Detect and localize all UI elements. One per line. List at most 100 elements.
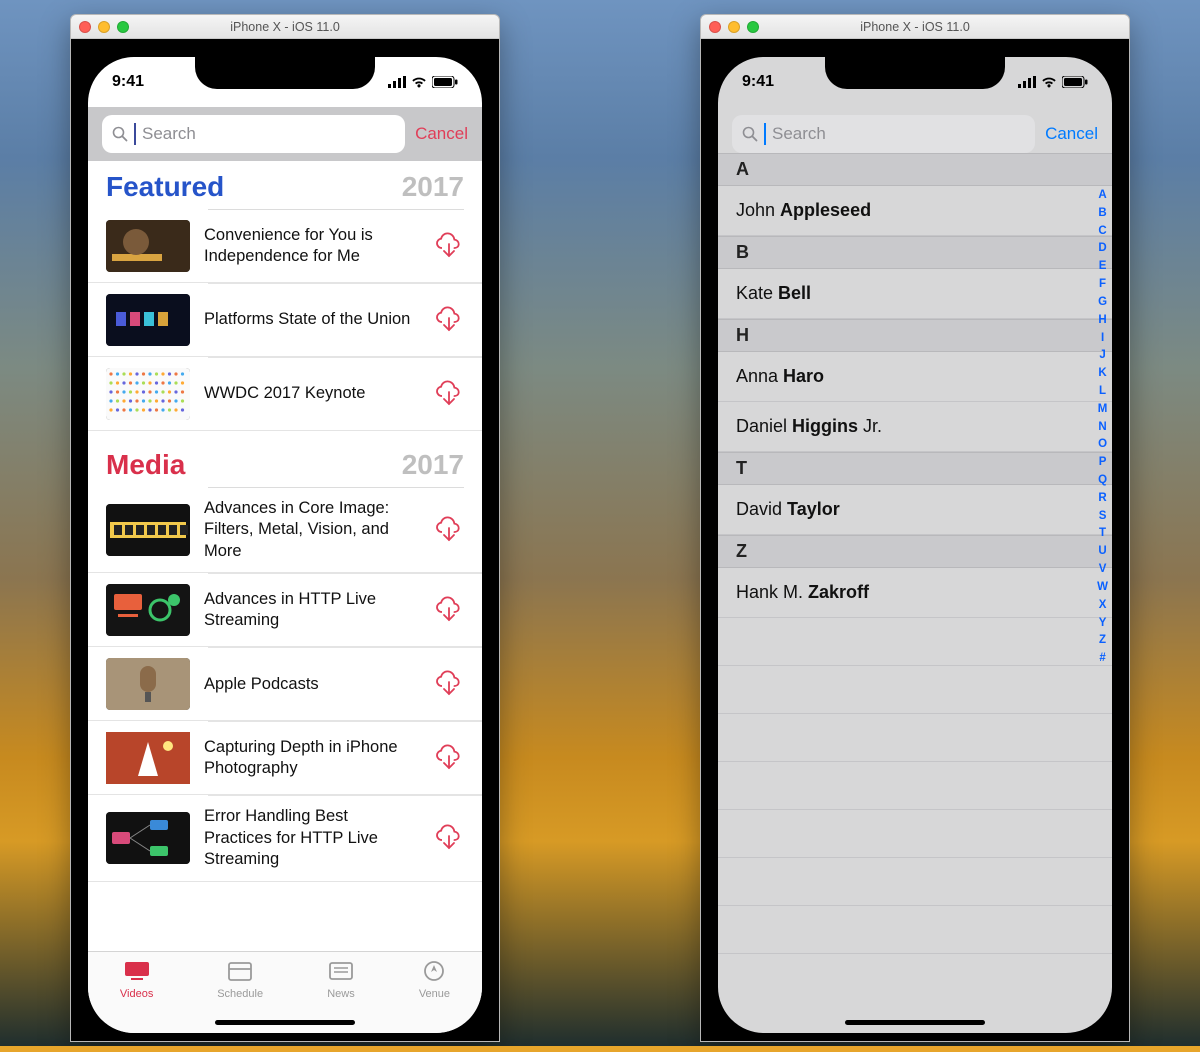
index-letter[interactable]: C bbox=[1097, 223, 1108, 241]
video-title: Advances in HTTP Live Streaming bbox=[204, 589, 420, 632]
video-row[interactable]: Convenience for You is Independence for … bbox=[88, 210, 482, 283]
contact-first: Anna bbox=[736, 366, 783, 386]
index-letter[interactable]: Z bbox=[1097, 632, 1108, 650]
section-index[interactable]: ABCDEFGHIJKLMNOPQRSTUVWXYZ# bbox=[1097, 187, 1108, 668]
home-indicator[interactable] bbox=[845, 1020, 985, 1025]
traffic-lights[interactable] bbox=[79, 21, 129, 33]
zoom-window-button[interactable] bbox=[117, 21, 129, 33]
video-row[interactable]: Advances in Core Image: Filters, Metal, … bbox=[88, 488, 482, 573]
index-letter[interactable]: W bbox=[1097, 579, 1108, 597]
contact-row[interactable]: John Appleseed bbox=[718, 186, 1112, 236]
index-letter[interactable]: R bbox=[1097, 490, 1108, 508]
cancel-button[interactable]: Cancel bbox=[1045, 124, 1098, 144]
schedule-icon bbox=[226, 960, 254, 985]
video-thumbnail bbox=[106, 220, 190, 272]
index-letter[interactable]: D bbox=[1097, 240, 1108, 258]
download-cloud-icon[interactable] bbox=[434, 305, 464, 335]
contact-row[interactable]: Daniel Higgins Jr. bbox=[718, 402, 1112, 452]
videos-icon bbox=[123, 960, 151, 985]
video-row[interactable]: Advances in HTTP Live Streaming bbox=[88, 574, 482, 647]
index-letter[interactable]: V bbox=[1097, 561, 1108, 579]
status-time: 9:41 bbox=[112, 73, 144, 91]
status-time: 9:41 bbox=[742, 73, 774, 91]
video-thumbnail bbox=[106, 732, 190, 784]
download-cloud-icon[interactable] bbox=[434, 379, 464, 409]
index-letter[interactable]: F bbox=[1097, 276, 1108, 294]
section-index-header: A bbox=[718, 153, 1112, 186]
contact-last: Appleseed bbox=[780, 200, 871, 220]
traffic-lights[interactable] bbox=[709, 21, 759, 33]
battery-icon bbox=[1062, 76, 1088, 88]
video-row[interactable]: Capturing Depth in iPhone Photography bbox=[88, 722, 482, 795]
tab-news[interactable]: News bbox=[327, 960, 355, 1000]
search-input[interactable]: Search bbox=[732, 115, 1035, 153]
zoom-window-button[interactable] bbox=[747, 21, 759, 33]
video-row[interactable]: Error Handling Best Practices for HTTP L… bbox=[88, 796, 482, 881]
close-window-button[interactable] bbox=[79, 21, 91, 33]
index-letter[interactable]: # bbox=[1097, 650, 1108, 668]
video-thumbnail bbox=[106, 584, 190, 636]
scroll-content[interactable]: AJohn AppleseedBKate BellHAnna HaroDanie… bbox=[718, 153, 1112, 1033]
download-cloud-icon[interactable] bbox=[434, 231, 464, 261]
contact-first: Daniel bbox=[736, 416, 792, 436]
video-row[interactable]: WWDC 2017 Keynote bbox=[88, 358, 482, 431]
close-window-button[interactable] bbox=[709, 21, 721, 33]
index-letter[interactable]: J bbox=[1097, 347, 1108, 365]
index-letter[interactable]: N bbox=[1097, 419, 1108, 437]
news-icon bbox=[327, 960, 355, 985]
index-letter[interactable]: Q bbox=[1097, 472, 1108, 490]
index-letter[interactable]: O bbox=[1097, 436, 1108, 454]
download-cloud-icon[interactable] bbox=[434, 743, 464, 773]
tab-videos[interactable]: Videos bbox=[120, 960, 153, 1000]
video-thumbnail bbox=[106, 504, 190, 556]
contact-last: Haro bbox=[783, 366, 824, 386]
index-letter[interactable]: H bbox=[1097, 312, 1108, 330]
index-letter[interactable]: X bbox=[1097, 597, 1108, 615]
iphone-frame: 9:41 Search Cancel AJohn AppleseedBKate … bbox=[710, 49, 1120, 1041]
index-letter[interactable]: L bbox=[1097, 383, 1108, 401]
desktop-background-edge bbox=[0, 1046, 1200, 1052]
download-cloud-icon[interactable] bbox=[434, 823, 464, 853]
tab-label: Schedule bbox=[217, 988, 263, 1000]
minimize-window-button[interactable] bbox=[728, 21, 740, 33]
index-letter[interactable]: U bbox=[1097, 543, 1108, 561]
index-letter[interactable]: B bbox=[1097, 205, 1108, 223]
contact-first: John bbox=[736, 200, 780, 220]
index-letter[interactable]: T bbox=[1097, 525, 1108, 543]
index-letter[interactable]: I bbox=[1097, 330, 1108, 348]
contact-row[interactable]: Kate Bell bbox=[718, 269, 1112, 319]
index-letter[interactable]: S bbox=[1097, 508, 1108, 526]
index-letter[interactable]: Y bbox=[1097, 615, 1108, 633]
video-thumbnail bbox=[106, 658, 190, 710]
video-row[interactable]: Platforms State of the Union bbox=[88, 284, 482, 357]
download-cloud-icon[interactable] bbox=[434, 595, 464, 625]
scroll-content[interactable]: Featured2017Convenience for You is Indep… bbox=[88, 153, 482, 1033]
tab-venue[interactable]: Venue bbox=[419, 960, 450, 1000]
window-titlebar[interactable]: iPhone X - iOS 11.0 bbox=[701, 15, 1129, 39]
window-titlebar[interactable]: iPhone X - iOS 11.0 bbox=[71, 15, 499, 39]
contact-row[interactable]: Anna Haro bbox=[718, 352, 1112, 402]
index-letter[interactable]: K bbox=[1097, 365, 1108, 383]
contact-row[interactable]: Hank M. Zakroff bbox=[718, 568, 1112, 618]
download-cloud-icon[interactable] bbox=[434, 669, 464, 699]
index-letter[interactable]: P bbox=[1097, 454, 1108, 472]
device-notch bbox=[825, 55, 1005, 89]
device-notch bbox=[195, 55, 375, 89]
minimize-window-button[interactable] bbox=[98, 21, 110, 33]
index-letter[interactable]: M bbox=[1097, 401, 1108, 419]
contact-row[interactable]: David Taylor bbox=[718, 485, 1112, 535]
search-icon bbox=[742, 126, 758, 142]
search-placeholder: Search bbox=[142, 124, 196, 144]
search-input[interactable]: Search bbox=[102, 115, 405, 153]
empty-row bbox=[718, 762, 1112, 810]
section-header: Media2017 bbox=[88, 431, 482, 487]
venue-icon bbox=[420, 960, 448, 985]
index-letter[interactable]: A bbox=[1097, 187, 1108, 205]
video-row[interactable]: Apple Podcasts bbox=[88, 648, 482, 721]
tab-schedule[interactable]: Schedule bbox=[217, 960, 263, 1000]
home-indicator[interactable] bbox=[215, 1020, 355, 1025]
index-letter[interactable]: E bbox=[1097, 258, 1108, 276]
index-letter[interactable]: G bbox=[1097, 294, 1108, 312]
cancel-button[interactable]: Cancel bbox=[415, 124, 468, 144]
download-cloud-icon[interactable] bbox=[434, 515, 464, 545]
